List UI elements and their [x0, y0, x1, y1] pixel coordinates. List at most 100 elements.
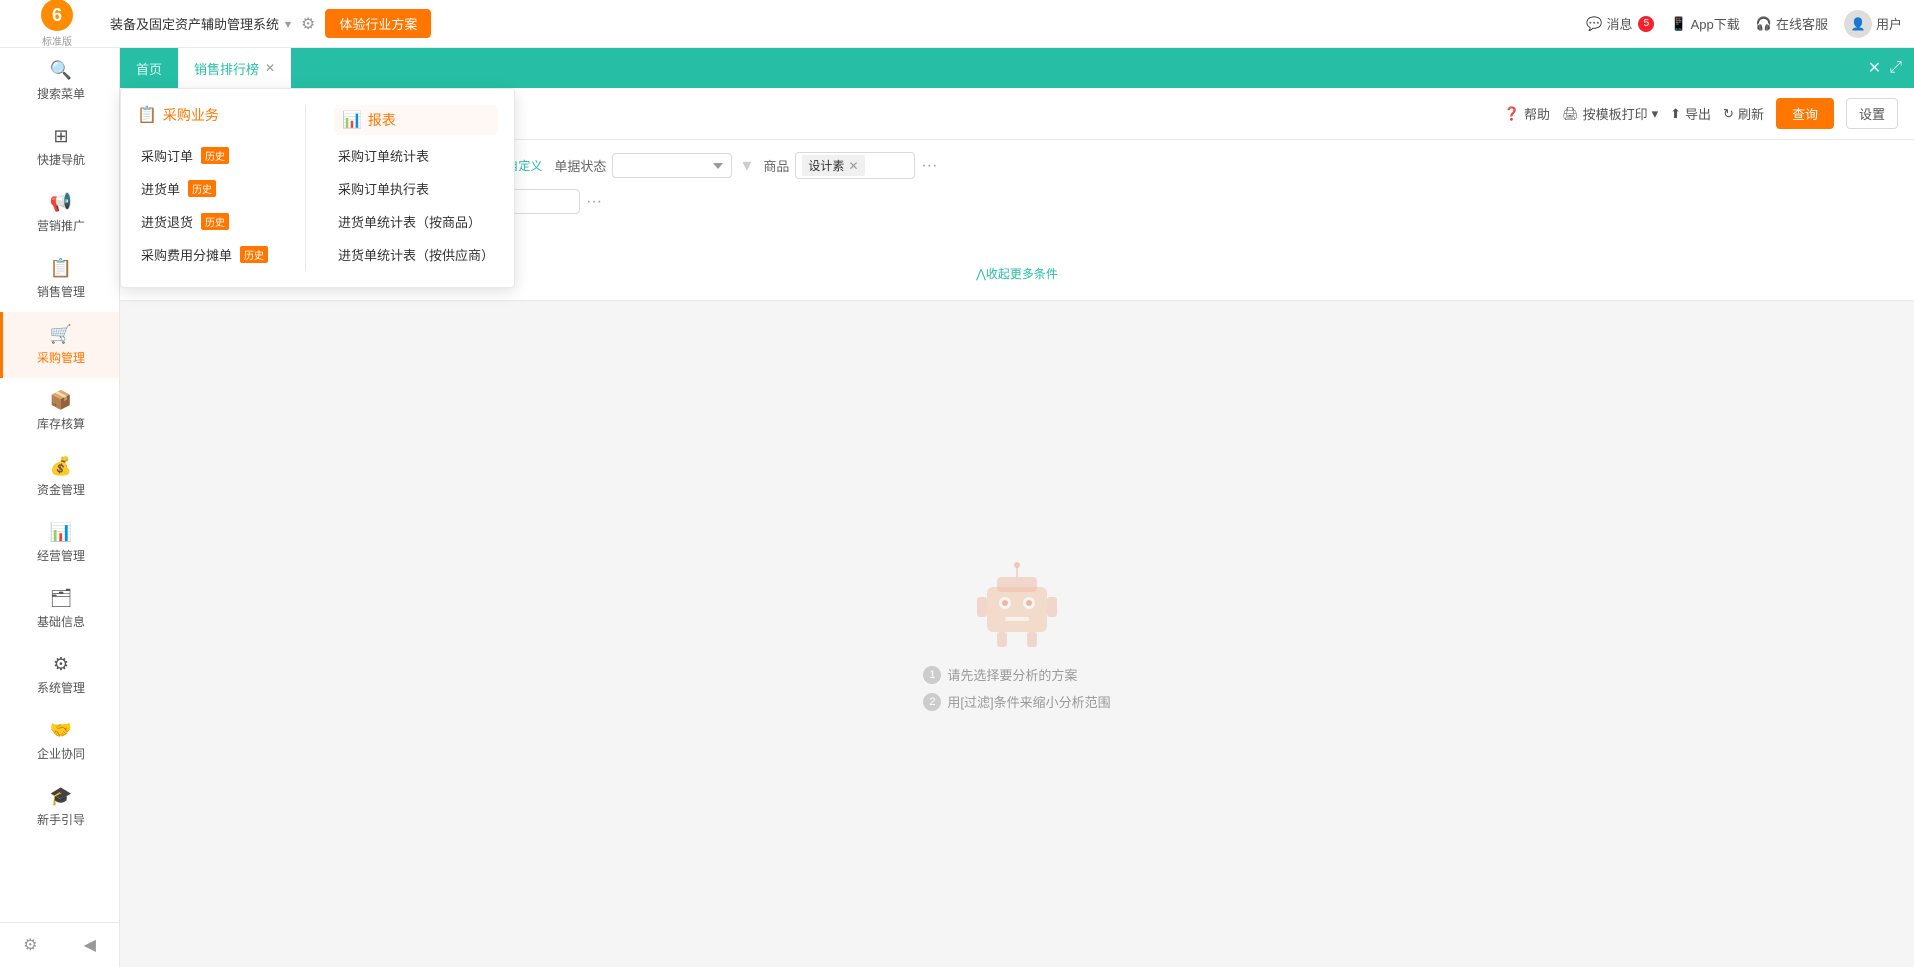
sidebar-label-basic: 基础信息 [37, 613, 85, 630]
expense-history: 历史 [240, 246, 268, 263]
system-dropdown-arrow[interactable]: ▾ [285, 17, 291, 31]
sidebar-footer: ⚙ ◀ [0, 922, 119, 967]
staff-filter-more[interactable]: ··· [586, 193, 602, 211]
purchase-business-col: 📋 采购业务 采购订单 历史 进货单 历史 进货退货 历史 采购费用分摊单 历史 [137, 105, 277, 271]
sidebar-settings-btn[interactable]: ⚙ [23, 935, 37, 955]
purchase-dropdown-menu: 📋 采购业务 采购订单 历史 进货单 历史 进货退货 历史 采购费用分摊单 历史… [120, 88, 515, 288]
expense-label: 采购费用分摊单 [141, 245, 232, 264]
top-navbar: 6 标准版 装备及固定资产辅助管理系统 ▾ ⚙ 体验行业方案 💬 消息 5 📱 … [0, 0, 1914, 48]
sidebar-label-marketing: 营销推广 [37, 217, 85, 234]
phone-icon: 📱 [1670, 16, 1686, 32]
operations-icon: 📊 [50, 522, 72, 543]
message-icon: 💬 [1586, 16, 1602, 32]
app-download-nav-item[interactable]: 📱 App下载 [1670, 14, 1739, 33]
return-history: 历史 [201, 213, 229, 230]
sales-icon: 📋 [50, 258, 72, 279]
goods-label: 商品 [763, 156, 789, 175]
sidebar-item-inventory[interactable]: 📦 库存核算 [0, 378, 119, 444]
report-col: 📊 报表 采购订单统计表 采购订单执行表 进货单统计表（按商品） 进货单统计表（… [334, 105, 498, 271]
dropdown-item-incoming-stats-supplier[interactable]: 进货单统计表（按供应商） [334, 238, 498, 271]
sidebar-item-quick[interactable]: ⊞ 快捷导航 [0, 114, 119, 180]
tip-num-2: 2 [923, 693, 941, 711]
tab-close-icon[interactable]: ✕ [265, 61, 275, 75]
print-icon: 🖨 [1562, 106, 1579, 122]
finance-icon: 💰 [50, 456, 72, 477]
sidebar-item-purchase[interactable]: 🛒 采购管理 [0, 312, 119, 378]
sidebar-item-system[interactable]: ⚙ 系统管理 [0, 642, 119, 708]
sidebar-item-marketing[interactable]: 📢 营销推广 [0, 180, 119, 246]
purchase-order-history: 历史 [201, 147, 229, 164]
tip-text-1: 请先选择要分析的方案 [947, 665, 1077, 684]
dropdown-divider [305, 105, 306, 271]
empty-tips: 1 请先选择要分析的方案 2 用[过滤]条件来缩小分析范围 [923, 665, 1110, 711]
incoming-stats-supplier-label: 进货单统计表（按供应商） [338, 245, 494, 264]
dropdown-item-expense[interactable]: 采购费用分摊单 历史 [137, 238, 277, 271]
refresh-label: 刷新 [1738, 104, 1764, 123]
sidebar-item-guide[interactable]: 🎓 新手引导 [0, 774, 119, 840]
dropdown-item-incoming-stats-goods[interactable]: 进货单统计表（按商品） [334, 205, 498, 238]
user-avatar: 👤 [1844, 10, 1872, 38]
tab-sales-rank[interactable]: 销售排行榜 ✕ [178, 48, 291, 88]
sidebar-item-operations[interactable]: 📊 经营管理 [0, 510, 119, 576]
dropdown-item-order-stats[interactable]: 采购订单统计表 [334, 139, 498, 172]
refresh-icon: ↻ [1723, 106, 1734, 122]
return-label: 进货退货 [141, 212, 193, 231]
goods-tag-close[interactable]: ✕ [848, 159, 858, 173]
sidebar-item-coop[interactable]: 🤝 企业协同 [0, 708, 119, 774]
tab-home[interactable]: 首页 [120, 48, 178, 88]
guide-icon: 🎓 [50, 786, 72, 807]
tab-bar-actions: ✕ ⤢ [1856, 58, 1914, 78]
tip-num-1: 1 [923, 666, 941, 684]
sidebar: 🔍 搜索菜单 ⊞ 快捷导航 📢 营销推广 📋 销售管理 🛒 采购管理 📦 库存核… [0, 48, 120, 967]
sidebar-item-finance[interactable]: 💰 资金管理 [0, 444, 119, 510]
sidebar-label-finance: 资金管理 [37, 481, 85, 498]
message-nav-item[interactable]: 💬 消息 5 [1586, 14, 1654, 33]
export-label: 导出 [1685, 104, 1711, 123]
help-button[interactable]: ❓ 帮助 [1504, 104, 1550, 123]
voucher-status-expand-icon[interactable]: ▾ [742, 155, 751, 176]
sidebar-collapse-btn[interactable]: ◀ [84, 935, 96, 955]
industry-button[interactable]: 体验行业方案 [325, 9, 431, 38]
dropdown-item-order-exec[interactable]: 采购订单执行表 [334, 172, 498, 205]
dropdown-item-return[interactable]: 进货退货 历史 [137, 205, 277, 238]
query-button[interactable]: 查询 [1776, 98, 1834, 129]
collapse-label: 收起更多条件 [986, 265, 1058, 282]
sidebar-item-search[interactable]: 🔍 搜索菜单 [0, 48, 119, 114]
app-download-label: App下载 [1691, 14, 1740, 33]
refresh-button[interactable]: ↻ 刷新 [1723, 104, 1764, 123]
sidebar-label-search: 搜索菜单 [37, 85, 85, 102]
order-stats-label: 采购订单统计表 [338, 146, 429, 165]
system-area: 装备及固定资产辅助管理系统 ▾ ⚙ 体验行业方案 [110, 9, 1586, 38]
dropdown-item-incoming[interactable]: 进货单 历史 [137, 172, 277, 205]
tip-text-2: 用[过滤]条件来缩小分析范围 [947, 692, 1110, 711]
help-icon: ❓ [1504, 106, 1520, 122]
print-dropdown-icon[interactable]: ▾ [1652, 106, 1659, 122]
incoming-label: 进货单 [141, 179, 180, 198]
goods-filter-more[interactable]: ··· [921, 157, 937, 175]
export-button[interactable]: ⬆ 导出 [1670, 104, 1711, 123]
dropdown-item-purchase-order[interactable]: 采购订单 历史 [137, 139, 277, 172]
settings-button[interactable]: 设置 [1846, 98, 1898, 129]
purchase-business-header: 📋 采购业务 [137, 105, 277, 131]
print-button[interactable]: 🖨 按模板打印 ▾ [1562, 104, 1658, 123]
online-service-nav-item[interactable]: 🎧 在线客服 [1756, 14, 1828, 33]
sidebar-item-sales[interactable]: 📋 销售管理 [0, 246, 119, 312]
empty-illustration [967, 557, 1067, 657]
top-nav-right: 💬 消息 5 📱 App下载 🎧 在线客服 👤 用户 [1586, 10, 1902, 38]
sidebar-label-purchase: 采购管理 [37, 349, 85, 366]
tab-expand-icon[interactable]: ⤢ [1889, 59, 1902, 77]
sidebar-label-sales: 销售管理 [37, 283, 85, 300]
tab-close-window-icon[interactable]: ✕ [1868, 58, 1881, 78]
sidebar-item-basic[interactable]: 🗂 基础信息 [0, 576, 119, 642]
message-label: 消息 [1606, 14, 1632, 33]
purchase-header-icon: 📋 [137, 105, 157, 125]
system-settings-icon[interactable]: ⚙ [301, 14, 315, 34]
purchase-order-label: 采购订单 [141, 146, 193, 165]
system-icon: ⚙ [53, 654, 69, 675]
order-exec-label: 采购订单执行表 [338, 179, 429, 198]
user-nav-item[interactable]: 👤 用户 [1844, 10, 1902, 38]
basic-icon: 🗂 [50, 588, 73, 609]
voucher-status-select[interactable] [612, 153, 732, 178]
export-icon: ⬆ [1670, 106, 1681, 122]
incoming-stats-goods-label: 进货单统计表（按商品） [338, 212, 481, 231]
